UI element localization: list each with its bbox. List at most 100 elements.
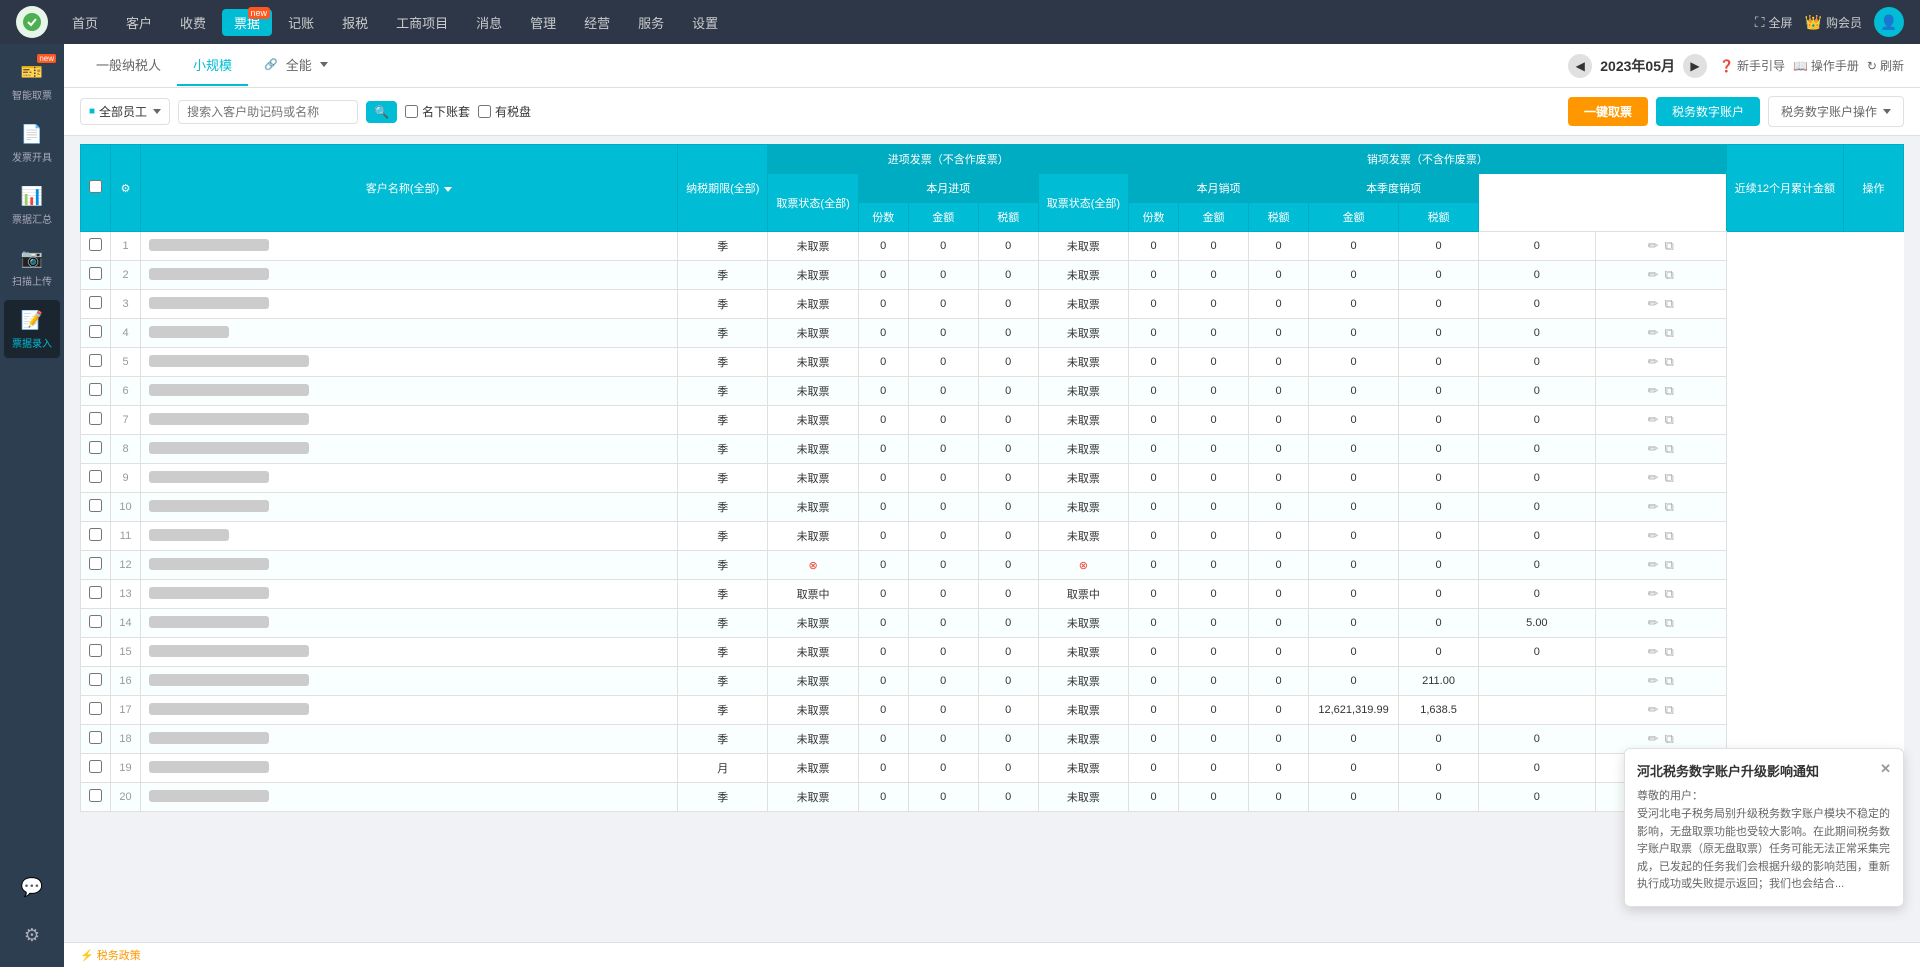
copy-button[interactable]: ⧉	[1665, 238, 1674, 254]
copy-button[interactable]: ⧉	[1665, 441, 1674, 457]
row-checkbox[interactable]	[89, 470, 102, 483]
tab-general-taxpayer[interactable]: 一般纳税人	[80, 45, 177, 86]
guide-button[interactable]: ❓ 新手引导	[1719, 57, 1785, 74]
edit-button[interactable]: ✏	[1648, 383, 1659, 399]
nav-home[interactable]: 首页	[60, 9, 110, 36]
copy-button[interactable]: ⧉	[1665, 296, 1674, 312]
nav-ticket[interactable]: 票据 new	[222, 9, 272, 36]
policy-link[interactable]: ⚡ 税务政策	[80, 947, 141, 963]
nav-biz[interactable]: 工商项目	[384, 9, 460, 36]
employee-select[interactable]: ■ 全部员工	[80, 98, 170, 125]
edit-button[interactable]: ✏	[1648, 731, 1659, 747]
sidebar-item-summary[interactable]: 📊 票据汇总	[4, 176, 60, 234]
edit-button[interactable]: ✏	[1648, 354, 1659, 370]
tax-digital-ops-button[interactable]: 税务数字账户操作	[1768, 96, 1904, 127]
row-checkbox[interactable]	[89, 760, 102, 773]
copy-button[interactable]: ⧉	[1665, 702, 1674, 718]
copy-button[interactable]: ⧉	[1665, 470, 1674, 486]
copy-button[interactable]: ⧉	[1665, 731, 1674, 747]
row-checkbox[interactable]	[89, 673, 102, 686]
sidebar-item-invoice-open[interactable]: 📄 发票开具	[4, 114, 60, 172]
prev-month-button[interactable]: ◀	[1568, 54, 1592, 78]
copy-button[interactable]: ⧉	[1665, 383, 1674, 399]
copy-button[interactable]: ⧉	[1665, 615, 1674, 631]
next-month-button[interactable]: ▶	[1683, 54, 1707, 78]
edit-button[interactable]: ✏	[1648, 325, 1659, 341]
edit-button[interactable]: ✏	[1648, 528, 1659, 544]
nav-msg[interactable]: 消息	[464, 9, 514, 36]
tab-all-in-one[interactable]: 🔗 全能	[248, 45, 344, 86]
edit-button[interactable]: ✏	[1648, 615, 1659, 631]
nav-ops[interactable]: 经营	[572, 9, 622, 36]
edit-button[interactable]: ✏	[1648, 644, 1659, 660]
row-checkbox[interactable]	[89, 499, 102, 512]
select-all-checkbox[interactable]	[89, 180, 102, 193]
edit-button[interactable]: ✏	[1648, 267, 1659, 283]
row-checkbox[interactable]	[89, 789, 102, 802]
copy-button[interactable]: ⧉	[1665, 267, 1674, 283]
copy-button[interactable]: ⧉	[1665, 644, 1674, 660]
row-checkbox[interactable]	[89, 702, 102, 715]
edit-button[interactable]: ✏	[1648, 470, 1659, 486]
row-checkbox[interactable]	[89, 354, 102, 367]
row-checkbox[interactable]	[89, 528, 102, 541]
search-button[interactable]: 🔍	[366, 101, 397, 123]
user-avatar[interactable]: 👤	[1874, 7, 1904, 37]
tax-digital-button[interactable]: 税务数字账户	[1656, 97, 1760, 126]
nav-settings[interactable]: 设置	[680, 9, 730, 36]
member-button[interactable]: 👑 购会员	[1805, 14, 1862, 31]
edit-button[interactable]: ✏	[1648, 441, 1659, 457]
copy-button[interactable]: ⧉	[1665, 586, 1674, 602]
sidebar-item-gear[interactable]: ⚙	[4, 915, 60, 955]
edit-button[interactable]: ✏	[1648, 412, 1659, 428]
sidebar-item-scan[interactable]: 📷 扫描上传	[4, 238, 60, 296]
row-checkbox[interactable]	[89, 296, 102, 309]
row-checkbox[interactable]	[89, 325, 102, 338]
edit-button[interactable]: ✏	[1648, 238, 1659, 254]
copy-button[interactable]: ⧉	[1665, 557, 1674, 573]
tab-small-scale[interactable]: 小规模	[177, 45, 248, 86]
edit-button[interactable]: ✏	[1648, 702, 1659, 718]
sidebar-item-smart-ticket[interactable]: 🎫 智能取票 new	[4, 52, 60, 110]
sal-status-header[interactable]: 取票状态(全部)	[1038, 174, 1128, 232]
copy-button[interactable]: ⧉	[1665, 325, 1674, 341]
search-input[interactable]	[178, 100, 358, 124]
sub-account-checkbox[interactable]: 名下账套	[405, 103, 470, 120]
sub-account-checkbox-input[interactable]	[405, 105, 418, 118]
copy-button[interactable]: ⧉	[1665, 673, 1674, 689]
has-taxpad-checkbox-input[interactable]	[478, 105, 491, 118]
sidebar-item-chat[interactable]: 💬	[4, 867, 60, 907]
client-name-header[interactable]: 客户名称(全部)	[141, 145, 678, 232]
edit-button[interactable]: ✏	[1648, 673, 1659, 689]
nav-service[interactable]: 服务	[626, 9, 676, 36]
sidebar-item-entry[interactable]: 📝 票据录入	[4, 300, 60, 358]
notification-close-button[interactable]: ✕	[1880, 761, 1891, 780]
copy-button[interactable]: ⧉	[1665, 412, 1674, 428]
edit-button[interactable]: ✏	[1648, 296, 1659, 312]
row-checkbox[interactable]	[89, 557, 102, 570]
nav-client[interactable]: 客户	[114, 9, 164, 36]
row-checkbox[interactable]	[89, 238, 102, 251]
copy-button[interactable]: ⧉	[1665, 528, 1674, 544]
pur-status-header[interactable]: 取票状态(全部)	[768, 174, 858, 232]
nav-accounting[interactable]: 记账	[276, 9, 326, 36]
row-checkbox[interactable]	[89, 731, 102, 744]
fullscreen-button[interactable]: ⛶ 全屏	[1755, 14, 1793, 31]
row-checkbox[interactable]	[89, 383, 102, 396]
tax-period-header[interactable]: 纳税期限(全部)	[678, 145, 768, 232]
has-taxpad-checkbox[interactable]: 有税盘	[478, 103, 531, 120]
manual-button[interactable]: 📖 操作手册	[1793, 57, 1859, 74]
copy-button[interactable]: ⧉	[1665, 354, 1674, 370]
row-checkbox[interactable]	[89, 412, 102, 425]
edit-button[interactable]: ✏	[1648, 557, 1659, 573]
row-checkbox[interactable]	[89, 644, 102, 657]
edit-button[interactable]: ✏	[1648, 586, 1659, 602]
nav-fee[interactable]: 收费	[168, 9, 218, 36]
copy-button[interactable]: ⧉	[1665, 499, 1674, 515]
row-checkbox[interactable]	[89, 267, 102, 280]
row-checkbox[interactable]	[89, 441, 102, 454]
refresh-button[interactable]: ↻ 刷新	[1867, 57, 1904, 74]
row-checkbox[interactable]	[89, 586, 102, 599]
row-checkbox[interactable]	[89, 615, 102, 628]
one-click-ticket-button[interactable]: 一键取票	[1568, 97, 1648, 126]
